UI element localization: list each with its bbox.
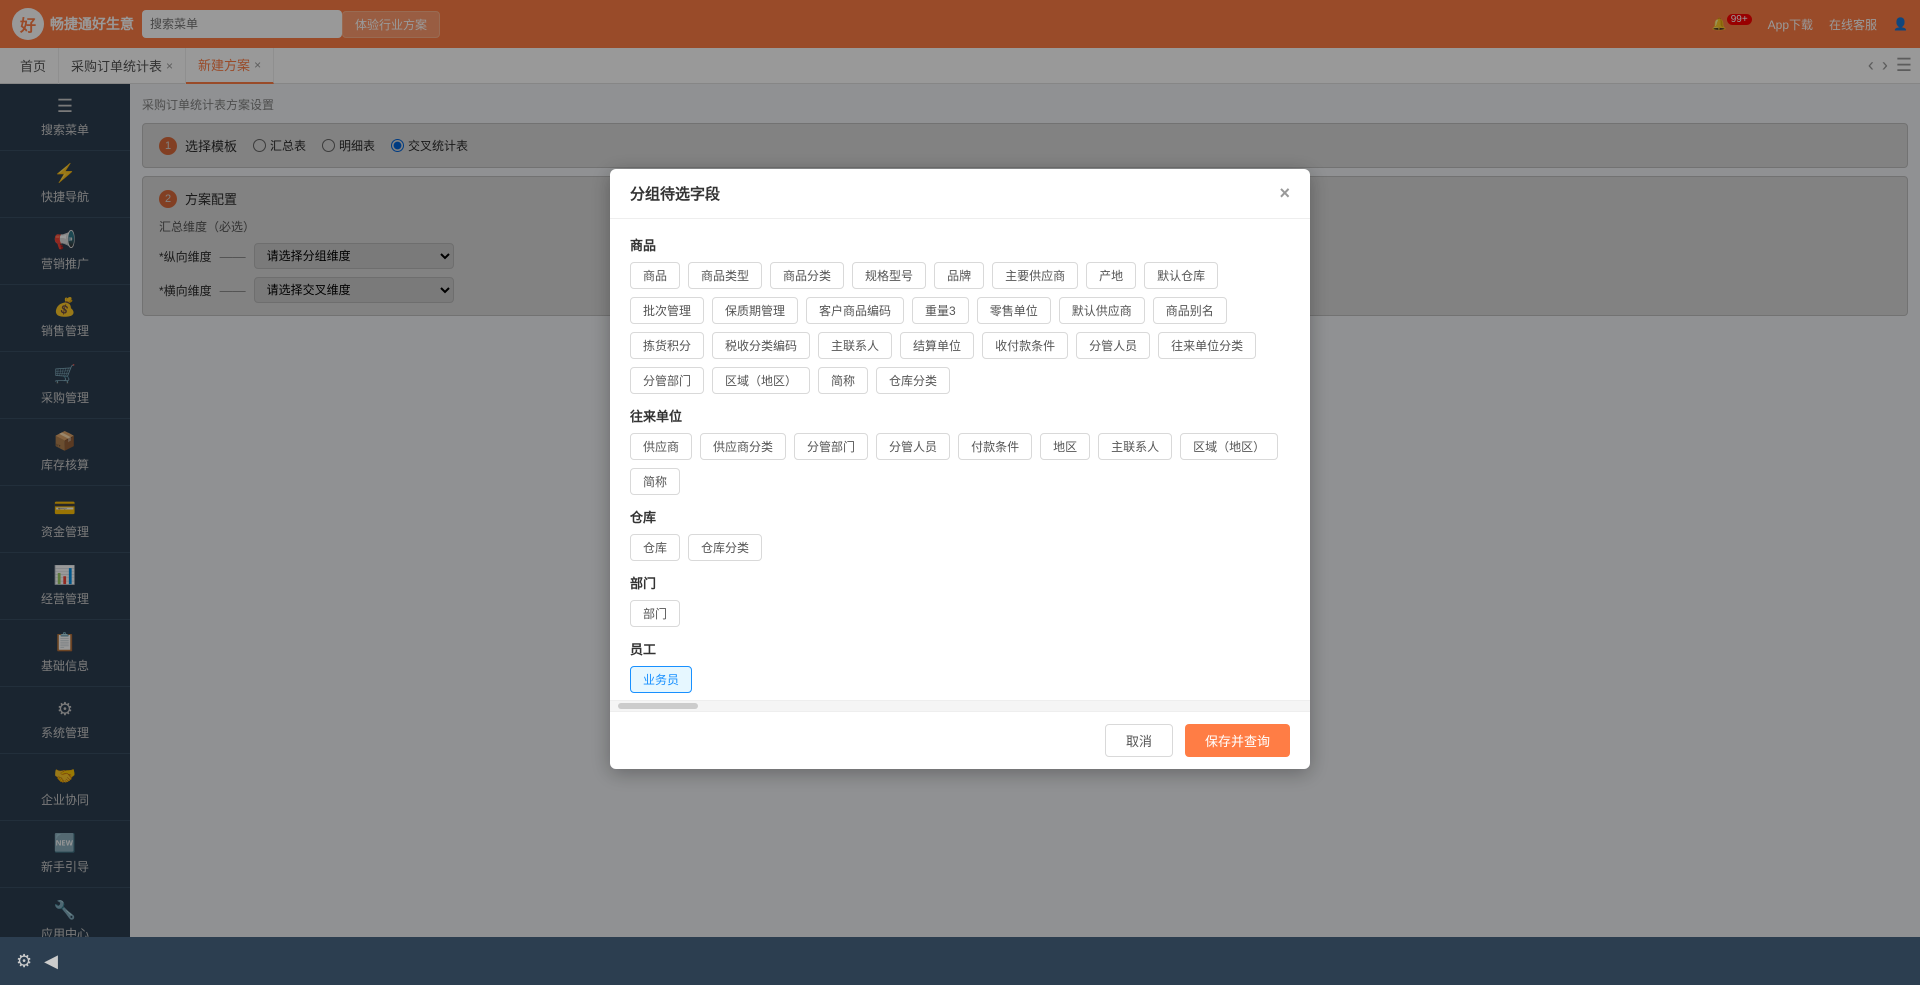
field-tag[interactable]: 产地: [1086, 262, 1136, 289]
dialog-close-btn[interactable]: ×: [1279, 183, 1290, 204]
bottom-collapse-icon[interactable]: ◀: [44, 951, 58, 972]
field-tag[interactable]: 收付款条件: [982, 332, 1068, 359]
field-tag[interactable]: 分管部门: [630, 367, 704, 394]
field-tag[interactable]: 仓库分类: [876, 367, 950, 394]
field-tag[interactable]: 品牌: [934, 262, 984, 289]
field-tag[interactable]: 商品别名: [1153, 297, 1227, 324]
dialog-overlay: 分组待选字段 × 商品 商品 商品类型 商品分类 规格型号 品牌 主要供应商 产…: [0, 0, 1920, 937]
field-tag[interactable]: 供应商分类: [700, 433, 786, 460]
section-title-partner: 往来单位: [630, 406, 1290, 425]
field-tag[interactable]: 商品: [630, 262, 680, 289]
product-fields: 商品 商品类型 商品分类 规格型号 品牌 主要供应商 产地 默认仓库 批次管理 …: [630, 262, 1290, 394]
field-tag[interactable]: 保质期管理: [712, 297, 798, 324]
bottom-bar: ⚙ ◀: [0, 937, 1920, 985]
field-tag[interactable]: 分管人员: [876, 433, 950, 460]
dialog-title: 分组待选字段: [630, 183, 720, 204]
field-tag[interactable]: 仓库: [630, 534, 680, 561]
cancel-button[interactable]: 取消: [1105, 724, 1173, 757]
field-tag[interactable]: 部门: [630, 600, 680, 627]
field-tag[interactable]: 商品分类: [770, 262, 844, 289]
section-title-product: 商品: [630, 235, 1290, 254]
partner-fields: 供应商 供应商分类 分管部门 分管人员 付款条件 地区 主联系人 区域（地区） …: [630, 433, 1290, 495]
field-tag[interactable]: 默认供应商: [1059, 297, 1145, 324]
field-tag[interactable]: 区域（地区）: [712, 367, 810, 394]
field-tag[interactable]: 批次管理: [630, 297, 704, 324]
field-tag[interactable]: 重量3: [912, 297, 969, 324]
section-title-department: 部门: [630, 573, 1290, 592]
field-tag[interactable]: 简称: [818, 367, 868, 394]
warehouse-fields: 仓库 仓库分类: [630, 534, 1290, 561]
field-tag[interactable]: 分管人员: [1076, 332, 1150, 359]
field-tag[interactable]: 分管部门: [794, 433, 868, 460]
field-tag[interactable]: 主联系人: [1098, 433, 1172, 460]
dialog-header: 分组待选字段 ×: [610, 169, 1310, 219]
field-tag[interactable]: 客户商品编码: [806, 297, 904, 324]
confirm-button[interactable]: 保存并查询: [1185, 724, 1290, 757]
field-tag[interactable]: 付款条件: [958, 433, 1032, 460]
field-tag-employee-selected[interactable]: 业务员: [630, 666, 692, 693]
bottom-settings-icon[interactable]: ⚙: [16, 951, 32, 972]
field-tag[interactable]: 地区: [1040, 433, 1090, 460]
h-scrollbar: [610, 700, 1310, 710]
field-select-dialog: 分组待选字段 × 商品 商品 商品类型 商品分类 规格型号 品牌 主要供应商 产…: [610, 169, 1310, 769]
field-tag[interactable]: 拣货积分: [630, 332, 704, 359]
field-tag[interactable]: 税收分类编码: [712, 332, 810, 359]
h-scrollbar-thumb: [618, 703, 698, 709]
field-tag[interactable]: 主要供应商: [992, 262, 1078, 289]
dialog-body: 商品 商品 商品类型 商品分类 规格型号 品牌 主要供应商 产地 默认仓库 批次…: [610, 219, 1310, 701]
field-tag[interactable]: 结算单位: [900, 332, 974, 359]
field-tag[interactable]: 往来单位分类: [1158, 332, 1256, 359]
dialog-footer: 取消 保存并查询: [610, 711, 1310, 769]
field-tag[interactable]: 主联系人: [818, 332, 892, 359]
field-tag[interactable]: 规格型号: [852, 262, 926, 289]
employee-fields: 业务员: [630, 666, 1290, 693]
field-tag[interactable]: 默认仓库: [1144, 262, 1218, 289]
field-tag[interactable]: 仓库分类: [688, 534, 762, 561]
field-tag[interactable]: 零售单位: [977, 297, 1051, 324]
field-tag[interactable]: 供应商: [630, 433, 692, 460]
field-tag[interactable]: 区域（地区）: [1180, 433, 1278, 460]
section-title-warehouse: 仓库: [630, 507, 1290, 526]
section-title-employee: 员工: [630, 639, 1290, 658]
department-fields: 部门: [630, 600, 1290, 627]
field-tag[interactable]: 商品类型: [688, 262, 762, 289]
field-tag[interactable]: 简称: [630, 468, 680, 495]
